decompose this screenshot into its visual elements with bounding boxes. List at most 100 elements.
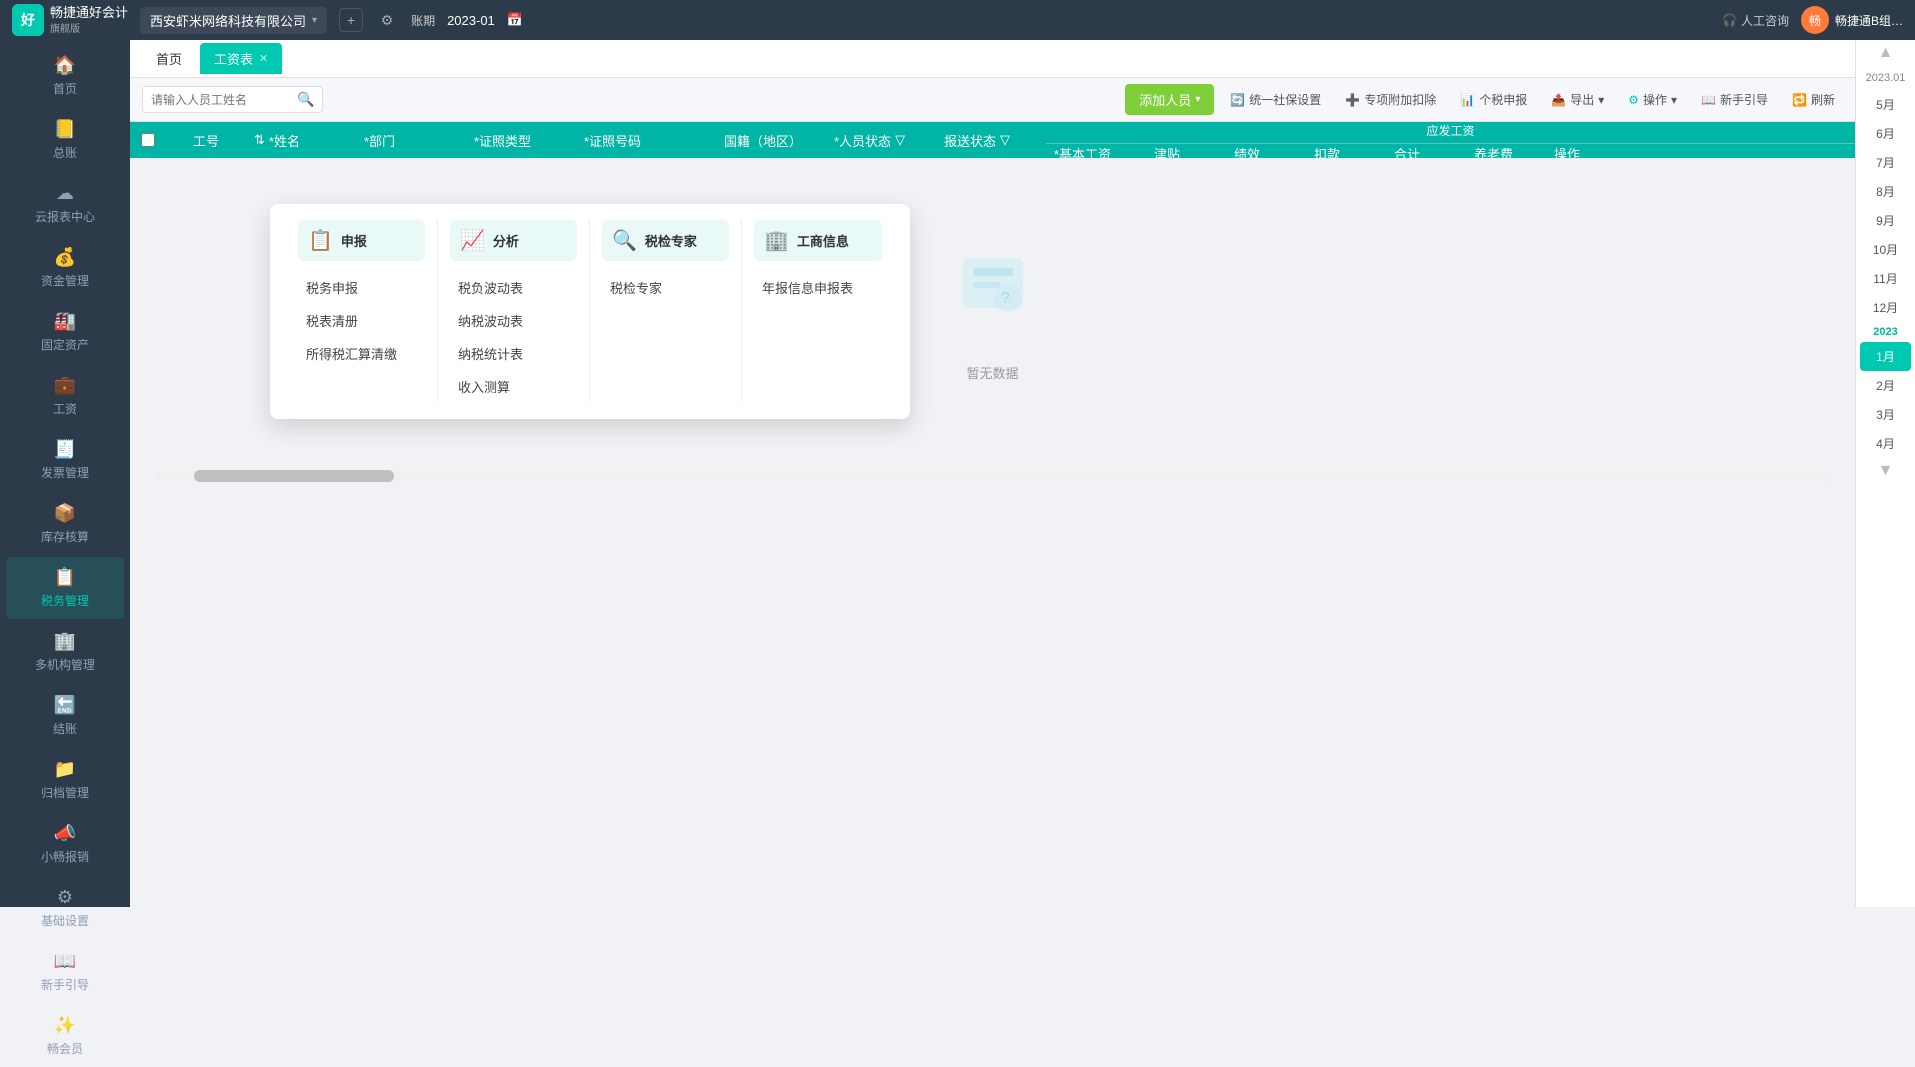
- user-info[interactable]: 畅 畅捷通B组…: [1801, 6, 1903, 34]
- menu-item-tax-expert[interactable]: 税检专家: [602, 271, 729, 304]
- logo-icon: 好: [12, 4, 44, 36]
- filter-icon-report[interactable]: ▽: [1000, 132, 1010, 148]
- cal-month-2[interactable]: 2月: [1856, 371, 1915, 400]
- sidebar-label-inventory: 库存核算: [41, 528, 89, 545]
- cal-month-5[interactable]: 5月: [1856, 90, 1915, 119]
- special-deduct-btn[interactable]: ➕ 专项附加扣除: [1337, 87, 1444, 112]
- menu-item-tax-burden[interactable]: 税负波动表: [450, 271, 577, 304]
- section-header-gongShang: 🏢 工商信息: [754, 220, 882, 261]
- cal-month-7[interactable]: 7月: [1856, 148, 1915, 177]
- cal-month-9[interactable]: 9月: [1856, 206, 1915, 235]
- app-logo: 好 畅捷通好会计 旗舰版: [12, 4, 128, 36]
- dropdown-section-fenXi: 📈 分析 税负波动表 纳税波动表 纳税统计表 收入测算: [438, 220, 590, 403]
- salary-icon: 💼: [54, 375, 76, 396]
- sidebar-item-multi-org[interactable]: 🏢 多机构管理: [6, 621, 124, 683]
- empty-text: 暂无数据: [966, 363, 1018, 382]
- fenXi-title: 分析: [493, 231, 519, 250]
- operation-btn[interactable]: ⚙ 操作 ▾: [1620, 87, 1685, 112]
- cal-month-11[interactable]: 11月: [1856, 264, 1915, 293]
- sidebar-label-ledger: 总账: [53, 144, 77, 161]
- sidebar-item-ledger[interactable]: 📒 总账: [6, 109, 124, 171]
- th-id-label: 工号: [193, 131, 219, 150]
- table-area: 工号 ⇅ *姓名 *部门 *证照类型 *证照号码: [130, 122, 1855, 907]
- export-btn[interactable]: 📤 导出 ▾: [1543, 87, 1612, 112]
- settings-icon[interactable]: ⚙: [375, 8, 399, 32]
- assets-icon: 🏭: [54, 311, 76, 332]
- social-insurance-btn[interactable]: 🔄 统一社保设置: [1222, 87, 1329, 112]
- tab-home[interactable]: 首页: [142, 43, 196, 74]
- period-label: 账期: [411, 12, 435, 29]
- sidebar-item-cloud-report[interactable]: ☁ 云报表中心: [6, 173, 124, 235]
- sidebar-item-archive[interactable]: 📁 归档管理: [6, 749, 124, 811]
- shenBao-icon: 📋: [308, 228, 333, 253]
- cal-month-6[interactable]: 6月: [1856, 119, 1915, 148]
- cal-month-1[interactable]: 1月: [1860, 342, 1911, 371]
- cal-nav-up[interactable]: ▲: [1874, 40, 1898, 66]
- menu-item-tax-declare[interactable]: 税务申报: [298, 271, 425, 304]
- cal-month-4[interactable]: 4月: [1856, 429, 1915, 458]
- sort-icon: ⇅: [254, 132, 265, 148]
- empty-illustration: ?: [948, 238, 1038, 347]
- sidebar-item-member[interactable]: ✨ 畅会员: [6, 1005, 124, 1067]
- menu-item-annual-report[interactable]: 年报信息申报表: [754, 271, 882, 304]
- sidebar-item-fund[interactable]: 💰 资金管理: [6, 237, 124, 299]
- guide-btn[interactable]: 📖 新手引导: [1693, 87, 1776, 112]
- th-person-status: *人员状态 ▽: [826, 131, 936, 150]
- table-header: 工号 ⇅ *姓名 *部门 *证照类型 *证照号码: [130, 122, 1855, 158]
- guide-toolbar-icon: 📖: [1701, 93, 1716, 107]
- service-button[interactable]: 🎧 人工咨询: [1722, 12, 1789, 29]
- top-bar: 好 畅捷通好会计 旗舰版 西安虾米网络科技有限公司 ▾ + ⚙ 账期 2023-…: [0, 0, 1915, 40]
- sidebar-item-expense[interactable]: 📣 小畅报销: [6, 813, 124, 875]
- refresh-btn[interactable]: 🔁 刷新: [1784, 87, 1843, 112]
- menu-item-income-tax-settle[interactable]: 所得税汇算清缴: [298, 337, 425, 370]
- sidebar-item-guide[interactable]: 📖 新手引导: [6, 941, 124, 1003]
- export-label: 导出: [1570, 91, 1594, 108]
- sidebar-label-member: 畅会员: [47, 1040, 83, 1057]
- headset-icon: 🎧: [1722, 13, 1737, 27]
- tax-icon: 📋: [54, 567, 76, 588]
- individual-tax-btn[interactable]: 📊 个税申报: [1452, 87, 1535, 112]
- sidebar-item-salary[interactable]: 💼 工资: [6, 365, 124, 427]
- sidebar-item-fixed-assets[interactable]: 🏭 固定资产: [6, 301, 124, 363]
- gongShang-title: 工商信息: [797, 231, 849, 250]
- filter-icon-status[interactable]: ▽: [895, 132, 905, 148]
- menu-item-income-calc[interactable]: 收入测算: [450, 370, 577, 403]
- sidebar-item-home[interactable]: 🏠 首页: [6, 45, 124, 107]
- top-bar-right: 🎧 人工咨询 畅 畅捷通B组…: [1722, 6, 1903, 34]
- sidebar-item-settlement[interactable]: 🔚 结账: [6, 685, 124, 747]
- menu-item-tax-stats[interactable]: 纳税统计表: [450, 337, 577, 370]
- sidebar-item-tax[interactable]: 📋 税务管理: [6, 557, 124, 619]
- svg-text:?: ?: [1001, 290, 1010, 307]
- add-special-icon: ➕: [1345, 93, 1360, 107]
- sidebar: 🏠 首页 📒 总账 ☁ 云报表中心 💰 资金管理 🏭 固定资产 💼 工资 🧾 发…: [0, 40, 130, 907]
- sidebar-item-inventory[interactable]: 📦 库存核算: [6, 493, 124, 555]
- menu-item-tax-list[interactable]: 税表清册: [298, 304, 425, 337]
- fenXi-icon: 📈: [460, 228, 485, 253]
- th-dept-label: *部门: [364, 131, 395, 150]
- tab-salary-table[interactable]: 工资表 ✕: [200, 43, 282, 74]
- sidebar-item-settings[interactable]: ⚙ 基础设置: [6, 877, 124, 939]
- operation-arrow-icon: ▾: [1671, 93, 1677, 107]
- select-all-checkbox[interactable]: [141, 133, 155, 147]
- shenBao-title: 申报: [341, 231, 367, 250]
- th-nationality-label: 国籍（地区）: [724, 131, 802, 150]
- cal-month-10[interactable]: 10月: [1856, 235, 1915, 264]
- search-input[interactable]: [151, 93, 291, 107]
- calendar-icon[interactable]: 📅: [507, 12, 523, 28]
- company-selector[interactable]: 西安虾米网络科技有限公司 ▾: [140, 7, 327, 34]
- add-tab-button[interactable]: +: [339, 8, 363, 32]
- cal-month-12[interactable]: 12月: [1856, 293, 1915, 322]
- cal-month-3[interactable]: 3月: [1856, 400, 1915, 429]
- tab-close-icon[interactable]: ✕: [259, 52, 268, 65]
- sidebar-label-guide: 新手引导: [41, 976, 89, 993]
- horizontal-scrollbar[interactable]: [130, 462, 1855, 494]
- dropdown-section-shuiJian: 🔍 税检专家 税检专家: [590, 220, 742, 403]
- expense-icon: 📣: [54, 823, 76, 844]
- cal-month-8[interactable]: 8月: [1856, 177, 1915, 206]
- sidebar-item-invoice[interactable]: 🧾 发票管理: [6, 429, 124, 491]
- menu-item-tax-wave[interactable]: 纳税波动表: [450, 304, 577, 337]
- add-person-button[interactable]: 添加人员 ▾: [1125, 84, 1214, 115]
- inventory-icon: 📦: [54, 503, 76, 524]
- export-icon: 📤: [1551, 93, 1566, 107]
- cal-nav-down[interactable]: ▼: [1874, 458, 1898, 484]
